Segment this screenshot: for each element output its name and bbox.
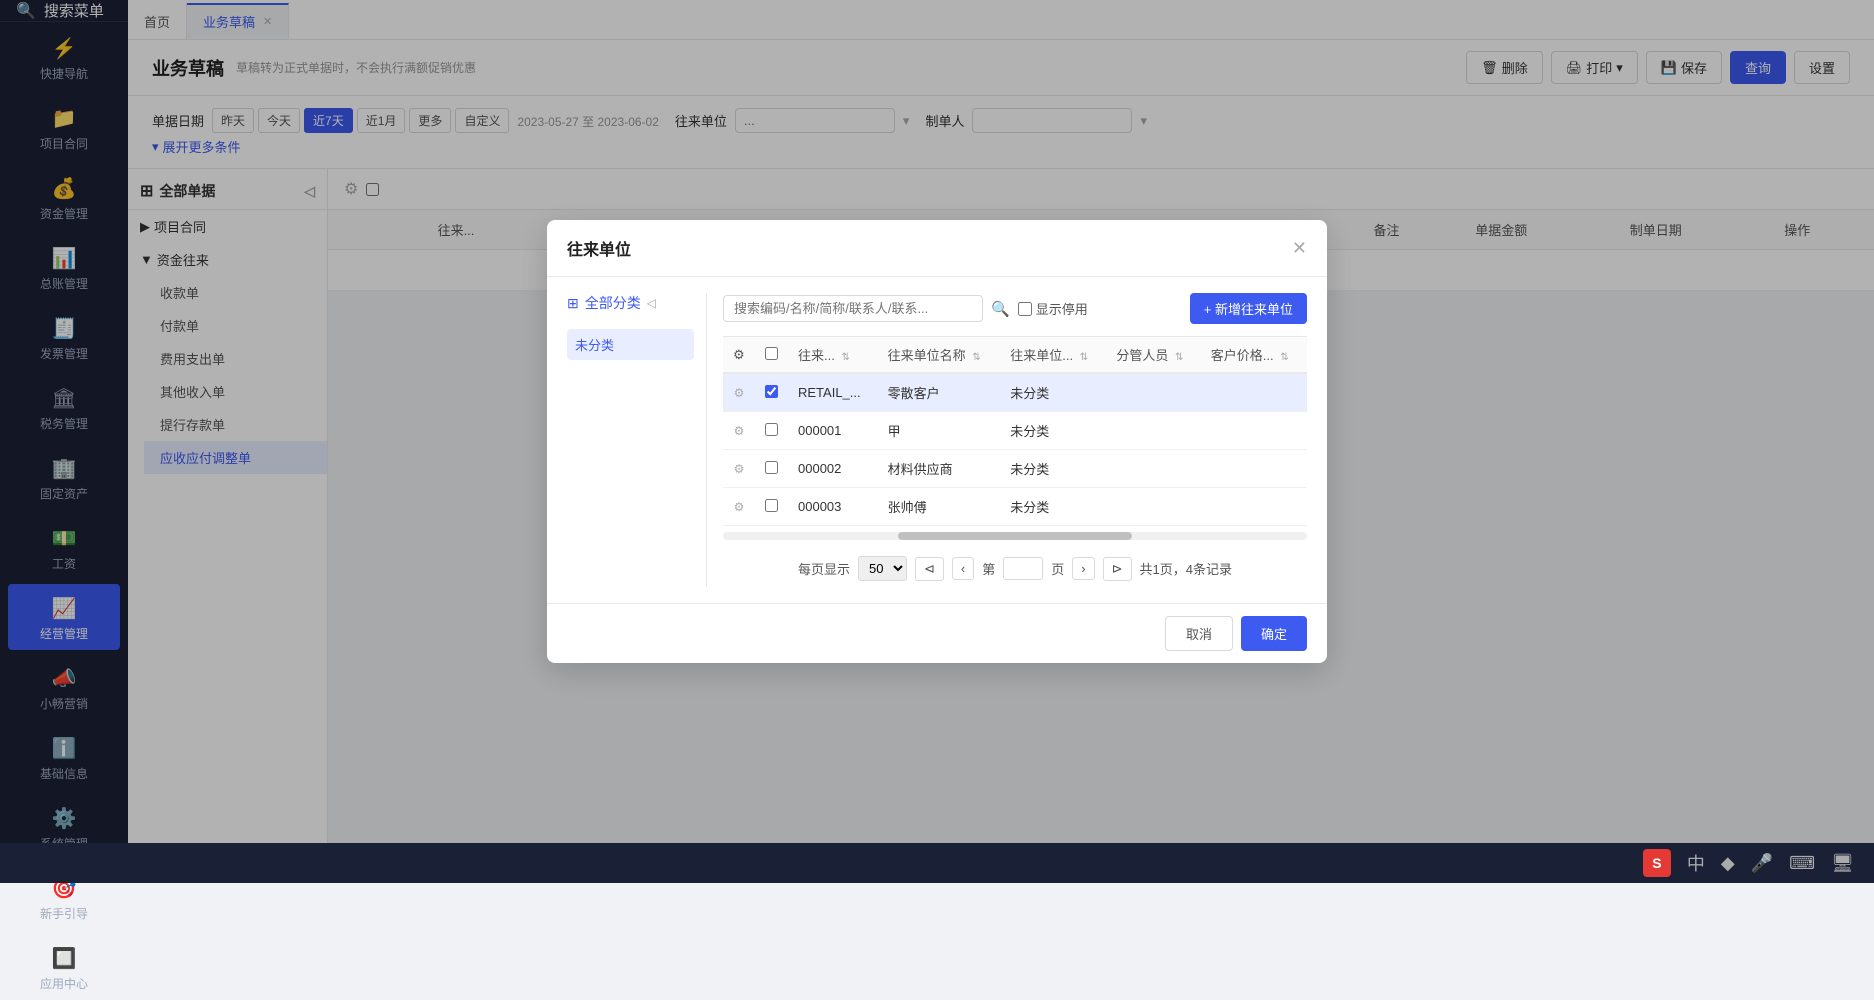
grid-icon-modal: ⊞ [567, 295, 579, 312]
modal-all-category: 全部分类 [585, 293, 641, 313]
row-category: 未分类 [1000, 373, 1106, 412]
page-suffix: 页 [1051, 559, 1064, 578]
sort-price-icon: ⇅ [1280, 352, 1288, 363]
sys-monitor-icon[interactable]: 🖥 [1831, 853, 1854, 874]
sys-mic-icon[interactable]: 🎤 [1751, 853, 1773, 874]
modal-col-name: 往来单位名称 ⇅ [878, 337, 1001, 374]
row-name: 零散客户 [878, 373, 1001, 412]
modal-col-price: 客户价格... ⇅ [1201, 337, 1307, 374]
row-settings: ⚙ [723, 488, 755, 526]
modal-table: ⚙ 往来... ⇅ 往来单位名称 ⇅ 往来单位... [723, 336, 1307, 526]
sidebar-item-label: 应用中心 [40, 975, 88, 992]
sort-code-icon: ⇅ [841, 352, 849, 363]
row-settings: ⚙ [723, 373, 755, 412]
sys-lang-icon[interactable]: 中 [1687, 850, 1705, 876]
row-code: RETAIL_... [788, 373, 878, 412]
modal-header: 往来单位 ✕ [547, 220, 1327, 277]
row-price [1201, 412, 1307, 450]
row-code: 000002 [788, 450, 878, 488]
modal-category-uncategorized[interactable]: 未分类 [567, 329, 694, 360]
modal-search-icon[interactable]: 🔍 [991, 300, 1010, 318]
modal-right-panel: 🔍 显示停用 + 新增往来单位 ⚙ [707, 293, 1307, 587]
row-name: 材料供应商 [878, 450, 1001, 488]
page-label: 第 [982, 559, 995, 578]
sort-mgr-icon: ⇅ [1175, 352, 1183, 363]
row-settings: ⚙ [723, 450, 755, 488]
per-page-label: 每页显示 [798, 559, 850, 578]
modal-pagination: 每页显示 50 ⊲ ‹ 第 1 页 › ⊳ 共1页，4条记录 [723, 546, 1307, 587]
modal-select-all[interactable] [765, 347, 778, 360]
next-page-btn[interactable]: › [1072, 557, 1094, 580]
row-name: 甲 [878, 412, 1001, 450]
row-price [1201, 373, 1307, 412]
add-partner-button[interactable]: + 新增往来单位 [1190, 293, 1307, 324]
modal-table-row[interactable]: ⚙ 000001 甲 未分类 [723, 412, 1307, 450]
modal-left-panel: ⊞ 全部分类 ◁ 未分类 [567, 293, 707, 587]
modal-dialog: 往来单位 ✕ ⊞ 全部分类 ◁ 未分类 [547, 220, 1327, 663]
modal-table-row[interactable]: ⚙ 000002 材料供应商 未分类 [723, 450, 1307, 488]
row-manager [1106, 488, 1200, 526]
confirm-button[interactable]: 确定 [1241, 616, 1307, 651]
last-page-btn[interactable]: ⊳ [1103, 557, 1132, 581]
modal-scrollbar[interactable] [723, 532, 1307, 540]
modal-col-settings: ⚙ [723, 337, 755, 374]
row-checkbox[interactable] [755, 373, 788, 412]
per-page-select[interactable]: 50 [858, 556, 907, 581]
modal-close-button[interactable]: ✕ [1292, 238, 1307, 259]
modal-collapse-arrow[interactable]: ◁ [647, 296, 656, 310]
row-manager [1106, 373, 1200, 412]
modal-col-check [755, 337, 788, 374]
row-price [1201, 450, 1307, 488]
sys-keyboard-icon[interactable]: ⌨ [1789, 853, 1815, 874]
row-checkbox[interactable] [755, 488, 788, 526]
modal-col-category: 往来单位... ⇅ [1000, 337, 1106, 374]
row-category: 未分类 [1000, 450, 1106, 488]
modal-search-input[interactable] [723, 295, 983, 322]
row-settings: ⚙ [723, 412, 755, 450]
modal-table-header: ⚙ 往来... ⇅ 往来单位名称 ⇅ 往来单位... [723, 337, 1307, 374]
modal-table-row[interactable]: ⚙ 000003 张帅傅 未分类 [723, 488, 1307, 526]
row-checkbox[interactable] [755, 412, 788, 450]
sys-diamond-icon[interactable]: ◆ [1721, 853, 1735, 874]
row-code: 000001 [788, 412, 878, 450]
page-input[interactable]: 1 [1003, 557, 1043, 580]
modal-search: 🔍 显示停用 [723, 295, 1088, 322]
modal-body: ⊞ 全部分类 ◁ 未分类 🔍 显示停用 [547, 277, 1327, 603]
row-manager [1106, 412, 1200, 450]
modal-col-code: 往来... ⇅ [788, 337, 878, 374]
row-checkbox[interactable] [755, 450, 788, 488]
row-category: 未分类 [1000, 488, 1106, 526]
sys-logo: S [1643, 849, 1671, 877]
modal-toolbar: 🔍 显示停用 + 新增往来单位 [723, 293, 1307, 324]
cancel-button[interactable]: 取消 [1165, 616, 1233, 651]
row-manager [1106, 450, 1200, 488]
modal-title: 往来单位 [567, 236, 631, 260]
modal-col-manager: 分管人员 ⇅ [1106, 337, 1200, 374]
settings-col-icon: ⚙ [733, 347, 745, 362]
total-records: 共1页，4条记录 [1140, 559, 1232, 578]
modal-scrollbar-thumb[interactable] [898, 532, 1132, 540]
row-name: 张帅傅 [878, 488, 1001, 526]
show-disabled-checkbox[interactable] [1018, 302, 1032, 316]
row-price [1201, 488, 1307, 526]
sidebar-item-label: 新手引导 [40, 905, 88, 922]
row-code: 000003 [788, 488, 878, 526]
modal-overlay[interactable]: 往来单位 ✕ ⊞ 全部分类 ◁ 未分类 [0, 0, 1874, 883]
modal-category-header: ⊞ 全部分类 ◁ [567, 293, 694, 321]
sort-cat-icon: ⇅ [1080, 352, 1088, 363]
row-category: 未分类 [1000, 412, 1106, 450]
sidebar-item-app[interactable]: 🔲 应用中心 [8, 934, 120, 1000]
first-page-btn[interactable]: ⊲ [915, 557, 944, 581]
prev-page-btn[interactable]: ‹ [952, 557, 974, 580]
show-disabled-label: 显示停用 [1018, 299, 1088, 318]
modal-footer: 取消 确定 [547, 603, 1327, 663]
app-icon: 🔲 [52, 946, 77, 971]
sort-name-icon: ⇅ [972, 352, 980, 363]
sys-bar: S 中 ◆ 🎤 ⌨ 🖥 [0, 843, 1874, 883]
modal-table-row[interactable]: ⚙ RETAIL_... 零散客户 未分类 [723, 373, 1307, 412]
